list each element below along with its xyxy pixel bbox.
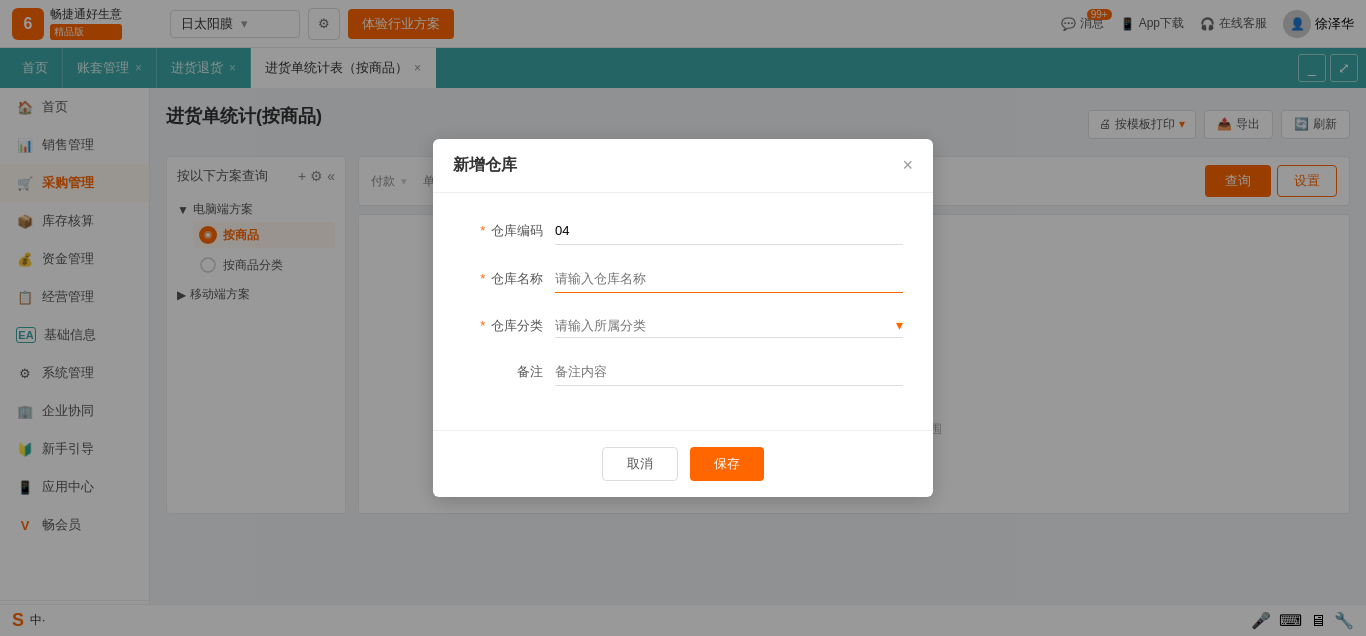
name-label: * 仓库名称 bbox=[463, 270, 543, 288]
dialog-overlay: 新增仓库 × * 仓库编码 * 仓库名称 bbox=[0, 0, 1366, 636]
code-label: * 仓库编码 bbox=[463, 222, 543, 240]
dialog-close-button[interactable]: × bbox=[902, 155, 913, 176]
dialog-body: * 仓库编码 * 仓库名称 * 仓库分类 bbox=[433, 193, 933, 430]
category-input[interactable] bbox=[555, 318, 896, 333]
note-input[interactable] bbox=[555, 358, 903, 386]
cancel-button[interactable]: 取消 bbox=[602, 447, 678, 481]
dialog-header: 新增仓库 × bbox=[433, 139, 933, 193]
category-dropdown-icon[interactable]: ▾ bbox=[896, 317, 903, 333]
note-label: 备注 bbox=[463, 363, 543, 381]
dialog-title: 新增仓库 bbox=[453, 155, 517, 176]
name-input[interactable] bbox=[555, 265, 903, 293]
category-select-wrapper: ▾ bbox=[555, 313, 903, 338]
category-form-row: * 仓库分类 ▾ bbox=[463, 313, 903, 338]
category-label: * 仓库分类 bbox=[463, 317, 543, 335]
code-input[interactable] bbox=[555, 217, 903, 245]
note-form-row: 备注 bbox=[463, 358, 903, 386]
code-form-row: * 仓库编码 bbox=[463, 217, 903, 245]
save-button[interactable]: 保存 bbox=[690, 447, 764, 481]
new-warehouse-dialog: 新增仓库 × * 仓库编码 * 仓库名称 bbox=[433, 139, 933, 497]
name-form-row: * 仓库名称 bbox=[463, 265, 903, 293]
dialog-footer: 取消 保存 bbox=[433, 430, 933, 497]
